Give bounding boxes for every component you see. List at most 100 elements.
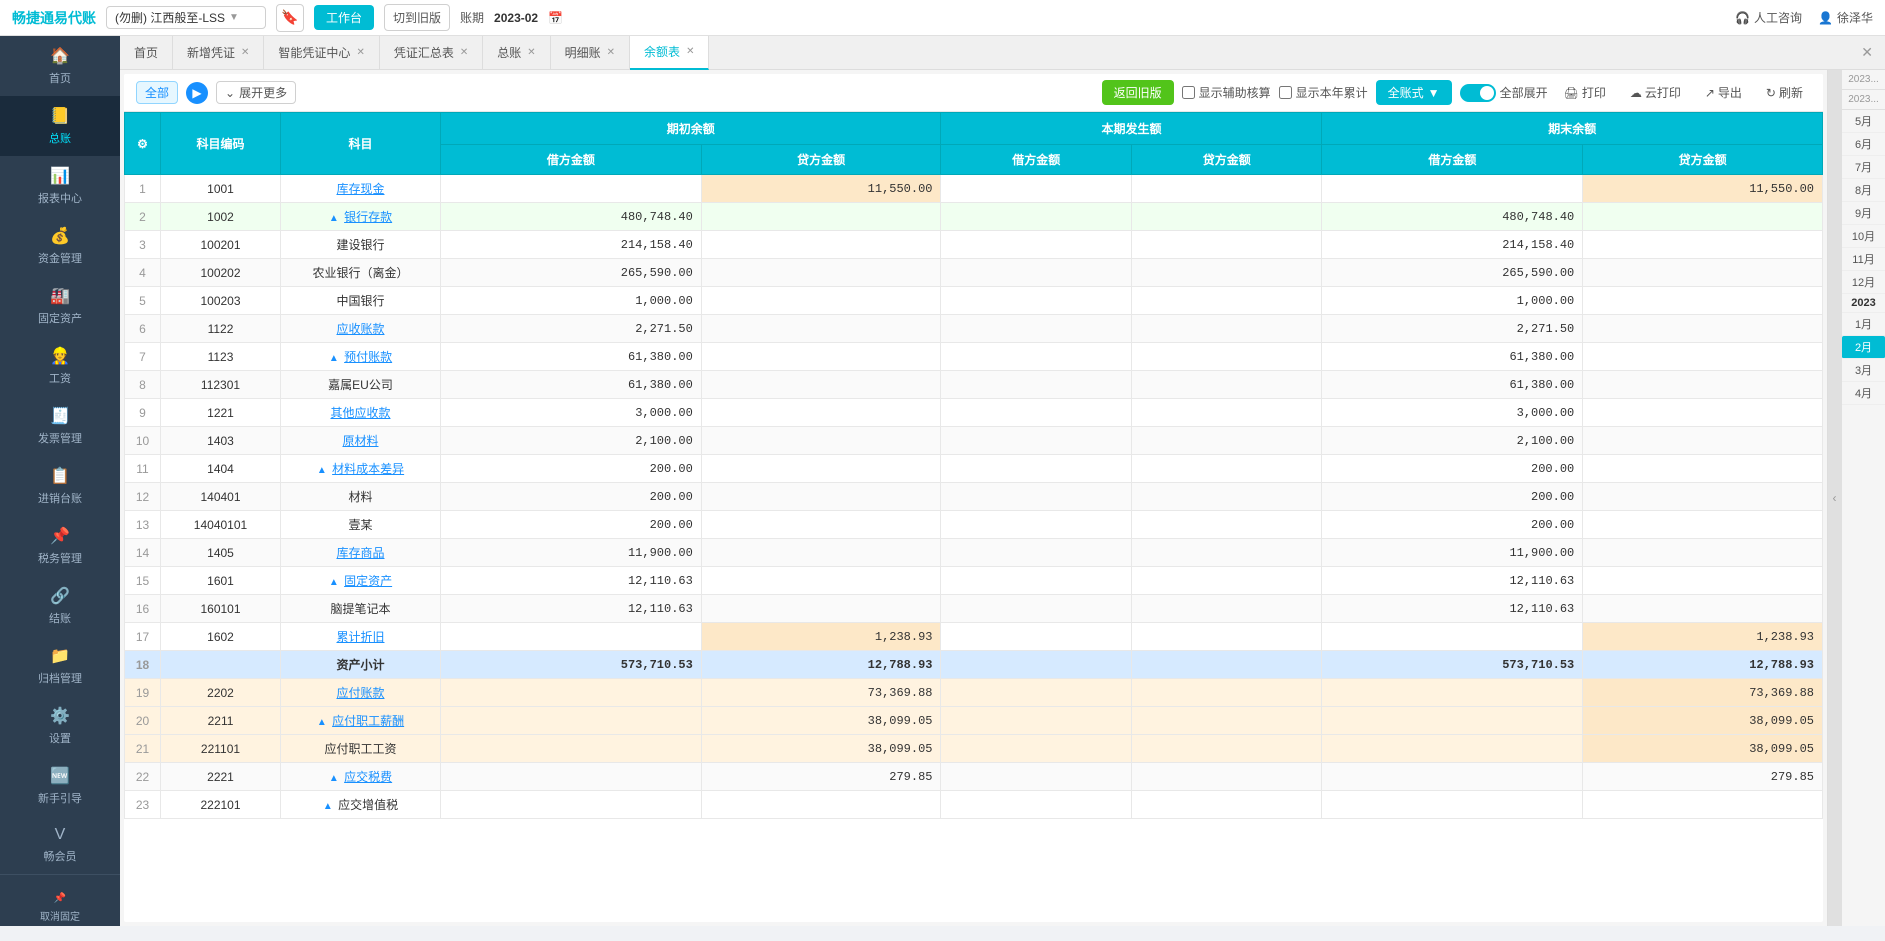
- expand-icon[interactable]: ▲: [329, 353, 339, 364]
- cur-debit: [941, 791, 1131, 819]
- sidebar-item-ledger[interactable]: 📒 总账: [0, 96, 120, 156]
- company-select[interactable]: (勿删) 江西般至-LSS ▼: [106, 6, 266, 29]
- switch-old-button[interactable]: 切到旧版: [384, 4, 450, 31]
- end-credit: [1583, 427, 1823, 455]
- expand-icon[interactable]: ▲: [329, 773, 339, 784]
- print-button[interactable]: 🖨 打印: [1556, 82, 1614, 103]
- subject-link[interactable]: 应付职工薪酬: [332, 714, 404, 728]
- show-assist-check[interactable]: 显示辅助核算: [1182, 84, 1271, 101]
- subject-link[interactable]: 应付账款: [336, 686, 384, 700]
- sidebar-item-vip[interactable]: V 畅会员: [0, 816, 120, 874]
- export-button[interactable]: ↗ 导出: [1697, 82, 1750, 103]
- sidebar-item-closing[interactable]: 🔗 结账: [0, 576, 120, 636]
- row-subject: ▲ 材料成本差异: [281, 455, 441, 483]
- close-tab-ledger[interactable]: ✕: [527, 47, 535, 58]
- subject-link[interactable]: 原材料: [342, 434, 378, 448]
- assist-checkbox[interactable]: [1182, 86, 1195, 99]
- expand-more-button[interactable]: ⌄ 展开更多: [216, 81, 296, 104]
- cur-credit: [1131, 399, 1321, 427]
- subject-link[interactable]: 应交税费: [344, 770, 392, 784]
- th-end-credit: 贷方金额: [1583, 145, 1823, 175]
- close-tab-detail-ledger[interactable]: ✕: [607, 47, 615, 58]
- subject-link[interactable]: 其他应收款: [330, 406, 390, 420]
- date-item-9[interactable]: 9月: [1842, 202, 1885, 225]
- tab-new-voucher[interactable]: 新增凭证✕: [173, 36, 264, 70]
- sidebar-item-purchase[interactable]: 📋 进销台账: [0, 456, 120, 516]
- date-item-7[interactable]: 7月: [1842, 156, 1885, 179]
- open-credit: 1,238.93: [701, 623, 941, 651]
- close-all-tabs[interactable]: ✕: [1849, 44, 1885, 61]
- tab-home[interactable]: 首页: [120, 36, 173, 70]
- end-credit: 279.85: [1583, 763, 1823, 791]
- sidebar-item-capital[interactable]: 💰 资金管理: [0, 216, 120, 276]
- expand-icon[interactable]: ▲: [317, 465, 327, 476]
- close-tab-balance[interactable]: ✕: [686, 46, 694, 57]
- filter-all-button[interactable]: 全部: [136, 81, 178, 104]
- ytd-checkbox[interactable]: [1279, 86, 1292, 99]
- subject-link[interactable]: 固定资产: [344, 574, 392, 588]
- subject-link[interactable]: 预付账款: [344, 350, 392, 364]
- toggle-switch[interactable]: [1460, 84, 1496, 102]
- date-item-6[interactable]: 6月: [1842, 133, 1885, 156]
- main-area: 首页 新增凭证✕ 智能凭证中心✕ 凭证汇总表✕ 总账✕ 明细账✕ 余额表✕ ✕ …: [120, 36, 1885, 926]
- subject-link[interactable]: 累计折旧: [336, 630, 384, 644]
- table-row: 12140401 材料 200.00200.00: [125, 483, 1823, 511]
- balance-table-wrap[interactable]: ⚙ 科目编码 科目 期初余额 本期发生额 期末余额 借方金额 贷方金额 借方金额: [124, 112, 1823, 922]
- th-settings[interactable]: ⚙: [125, 113, 161, 175]
- tab-balance[interactable]: 余额表✕: [630, 36, 709, 70]
- expand-all-toggle[interactable]: 全部展开: [1460, 84, 1548, 102]
- cloud-print-button[interactable]: ☁ 云打印: [1622, 82, 1689, 103]
- subject-link[interactable]: 材料成本差异: [332, 462, 404, 476]
- sidebar-item-home[interactable]: 🏠 首页: [0, 36, 120, 96]
- date-item-10[interactable]: 10月: [1842, 225, 1885, 248]
- expand-icon[interactable]: ▲: [317, 717, 327, 728]
- sidebar-item-report[interactable]: 📊 报表中心: [0, 156, 120, 216]
- sidebar-item-tax[interactable]: 📌 税务管理: [0, 516, 120, 576]
- date-item-5[interactable]: 5月: [1842, 110, 1885, 133]
- date-item-4[interactable]: 4月: [1842, 382, 1885, 405]
- sidebar-item-settings[interactable]: ⚙️ 设置: [0, 696, 120, 756]
- subject-link[interactable]: 库存商品: [336, 546, 384, 560]
- sidebar-item-salary[interactable]: 👷 工资: [0, 336, 120, 396]
- expand-icon[interactable]: ▲: [323, 801, 333, 812]
- refresh-button[interactable]: ↻ 刷新: [1758, 82, 1811, 103]
- sidebar-item-assets[interactable]: 🏭 固定资产: [0, 276, 120, 336]
- user-profile[interactable]: 👤 徐泽华: [1818, 9, 1873, 26]
- expand-icon[interactable]: ▲: [329, 213, 339, 224]
- expand-icon[interactable]: ▲: [329, 577, 339, 588]
- format-button[interactable]: 全账式 ▼: [1376, 80, 1452, 105]
- sidebar-label-invoice: 发票管理: [38, 430, 82, 446]
- subject-link[interactable]: 应收账款: [336, 322, 384, 336]
- show-ytd-check[interactable]: 显示本年累计: [1279, 84, 1368, 101]
- row-no: 15: [125, 567, 161, 595]
- date-year-2023[interactable]: 2023: [1842, 294, 1885, 313]
- sidebar-item-archive[interactable]: 📁 归档管理: [0, 636, 120, 696]
- date-item-8[interactable]: 8月: [1842, 179, 1885, 202]
- calendar-icon[interactable]: 📅: [548, 11, 563, 25]
- tab-smart-voucher[interactable]: 智能凭证中心✕: [264, 36, 379, 70]
- filter-arrow-button[interactable]: ▶: [186, 82, 208, 104]
- date-item-2[interactable]: 2月: [1842, 336, 1885, 359]
- sidebar-item-invoice[interactable]: 🧾 发票管理: [0, 396, 120, 456]
- bookmark-icon[interactable]: 🔖: [276, 4, 304, 32]
- row-no: 7: [125, 343, 161, 371]
- date-item-3[interactable]: 3月: [1842, 359, 1885, 382]
- tab-voucher-summary[interactable]: 凭证汇总表✕: [380, 36, 483, 70]
- subject-link[interactable]: 银行存款: [344, 210, 392, 224]
- consult-button[interactable]: 🎧 人工咨询: [1735, 9, 1802, 26]
- workbench-button[interactable]: 工作台: [314, 5, 374, 30]
- cur-debit: [941, 371, 1131, 399]
- close-tab-new-voucher[interactable]: ✕: [241, 47, 249, 58]
- subject-link[interactable]: 库存现金: [336, 182, 384, 196]
- tab-detail-ledger[interactable]: 明细账✕: [551, 36, 630, 70]
- tab-ledger[interactable]: 总账✕: [483, 36, 550, 70]
- date-item-12[interactable]: 12月: [1842, 271, 1885, 294]
- date-item-11[interactable]: 11月: [1842, 248, 1885, 271]
- sidebar-item-guide[interactable]: 🆕 新手引导: [0, 756, 120, 816]
- row-code: 1602: [161, 623, 281, 651]
- close-tab-voucher-summary[interactable]: ✕: [460, 47, 468, 58]
- date-item-1[interactable]: 1月: [1842, 313, 1885, 336]
- return-old-button[interactable]: 返回旧版: [1102, 80, 1174, 105]
- close-tab-smart-voucher[interactable]: ✕: [356, 47, 364, 58]
- date-panel-toggle[interactable]: ‹: [1827, 70, 1841, 926]
